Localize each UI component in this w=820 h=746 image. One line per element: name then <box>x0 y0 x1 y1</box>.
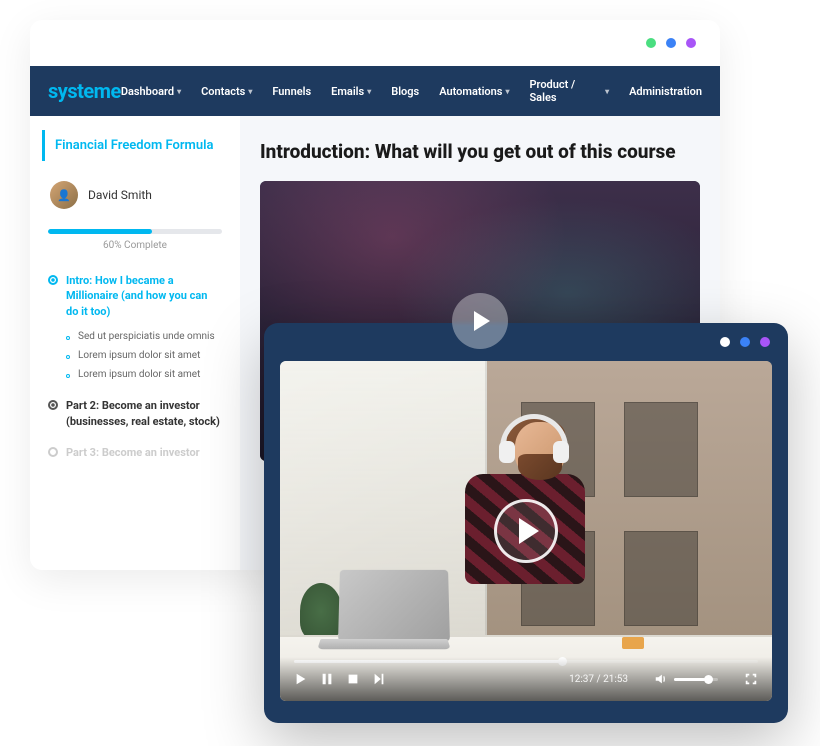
chevron-down-icon: ▾ <box>367 87 371 96</box>
module-title: Part 2: Become an investor (businesses, … <box>66 398 222 429</box>
laptop-base <box>318 639 451 649</box>
course-title[interactable]: Financial Freedom Formula <box>42 130 228 161</box>
nav-administration[interactable]: Administration <box>629 60 702 122</box>
window-dot-blue[interactable] <box>666 38 676 48</box>
progress-bar <box>48 229 222 234</box>
nav-dashboard-label: Dashboard <box>121 85 174 98</box>
volume-icon <box>654 672 668 686</box>
play-icon <box>474 311 490 331</box>
module-part2[interactable]: Part 2: Become an investor (businesses, … <box>42 390 228 437</box>
nav-items: Dashboard▾ Contacts▾ Funnels Emails▾ Blo… <box>121 60 702 122</box>
nav-automations[interactable]: Automations▾ <box>439 60 509 122</box>
nav-product-sales-label: Product / Sales <box>529 78 602 104</box>
nav-blogs[interactable]: Blogs <box>391 60 419 122</box>
course-sidebar: Financial Freedom Formula 👤 David Smith … <box>30 116 240 570</box>
plant-decoration <box>300 583 342 639</box>
nav-blogs-label: Blogs <box>391 85 419 98</box>
play-icon <box>519 518 539 544</box>
top-navbar: systeme Dashboard▾ Contacts▾ Funnels Ema… <box>30 66 720 116</box>
brand-logo[interactable]: systeme <box>48 79 121 103</box>
nav-emails[interactable]: Emails▾ <box>331 60 371 122</box>
bullet-icon <box>66 374 70 378</box>
bullet-icon <box>66 336 70 340</box>
module-intro[interactable]: Intro: How I became a Millionaire (and h… <box>42 265 228 327</box>
author-name: David Smith <box>88 188 152 202</box>
chevron-down-icon: ▾ <box>505 87 509 96</box>
nav-product-sales[interactable]: Product / Sales▾ <box>529 60 609 122</box>
play-button[interactable] <box>452 293 508 349</box>
progress-section <box>42 229 228 234</box>
lesson-item[interactable]: Sed ut perspiciatis unde omnis <box>66 327 228 346</box>
module-bullet-icon <box>48 400 58 410</box>
chevron-down-icon: ▾ <box>177 87 181 96</box>
avatar: 👤 <box>50 181 78 209</box>
module-sub-items: Sed ut perspiciatis unde omnis Lorem ips… <box>66 327 228 384</box>
laptop-illustration <box>338 570 450 641</box>
progress-text: 60% Complete <box>42 240 228 251</box>
window-dot-green[interactable] <box>646 38 656 48</box>
nav-emails-label: Emails <box>331 85 364 98</box>
lesson-item-label: Sed ut perspiciatis unde omnis <box>78 331 215 342</box>
lesson-item-label: Lorem ipsum dolor sit amet <box>78 369 200 380</box>
window-controls <box>646 38 696 48</box>
nav-automations-label: Automations <box>439 85 502 98</box>
nav-administration-label: Administration <box>629 85 702 98</box>
nav-contacts-label: Contacts <box>201 85 245 98</box>
progress-fill <box>48 229 152 234</box>
window-dot-blue[interactable] <box>740 337 750 347</box>
nav-contacts[interactable]: Contacts▾ <box>201 60 252 122</box>
volume-fill <box>674 678 705 681</box>
video-window-controls <box>264 323 788 361</box>
lesson-item[interactable]: Lorem ipsum dolor sit amet <box>66 365 228 384</box>
module-bullet-icon <box>48 447 58 457</box>
module-title: Intro: How I became a Millionaire (and h… <box>66 273 222 319</box>
lesson-title: Introduction: What will you get out of t… <box>260 140 700 163</box>
module-title: Part 3: Become an investor <box>66 445 200 460</box>
video-player-window: 12:37 / 21:53 <box>264 323 788 723</box>
play-control[interactable] <box>294 672 308 686</box>
phone-illustration <box>622 637 644 649</box>
lesson-item-label: Lorem ipsum dolor sit amet <box>78 350 200 361</box>
fullscreen-control[interactable] <box>744 672 758 686</box>
bullet-icon <box>66 355 70 359</box>
video-controls: 12:37 / 21:53 <box>280 657 772 701</box>
volume-bar[interactable] <box>674 678 718 681</box>
module-bullet-icon <box>48 275 58 285</box>
module-part3[interactable]: Part 3: Become an investor <box>42 437 228 468</box>
course-author[interactable]: 👤 David Smith <box>42 175 228 215</box>
stop-control[interactable] <box>346 672 360 686</box>
volume-control[interactable] <box>654 672 718 686</box>
nav-funnels-label: Funnels <box>272 85 311 98</box>
video-frame[interactable]: 12:37 / 21:53 <box>280 361 772 701</box>
nav-dashboard[interactable]: Dashboard▾ <box>121 60 181 122</box>
nav-funnels[interactable]: Funnels <box>272 60 311 122</box>
next-control[interactable] <box>372 672 386 686</box>
window-dot-purple[interactable] <box>760 337 770 347</box>
window-dot-purple[interactable] <box>686 38 696 48</box>
pause-control[interactable] <box>320 672 334 686</box>
play-button[interactable] <box>494 499 558 563</box>
lesson-item[interactable]: Lorem ipsum dolor sit amet <box>66 346 228 365</box>
time-display: 12:37 / 21:53 <box>569 674 628 685</box>
chevron-down-icon: ▾ <box>605 87 609 96</box>
chevron-down-icon: ▾ <box>248 87 252 96</box>
window-dot-white[interactable] <box>720 337 730 347</box>
